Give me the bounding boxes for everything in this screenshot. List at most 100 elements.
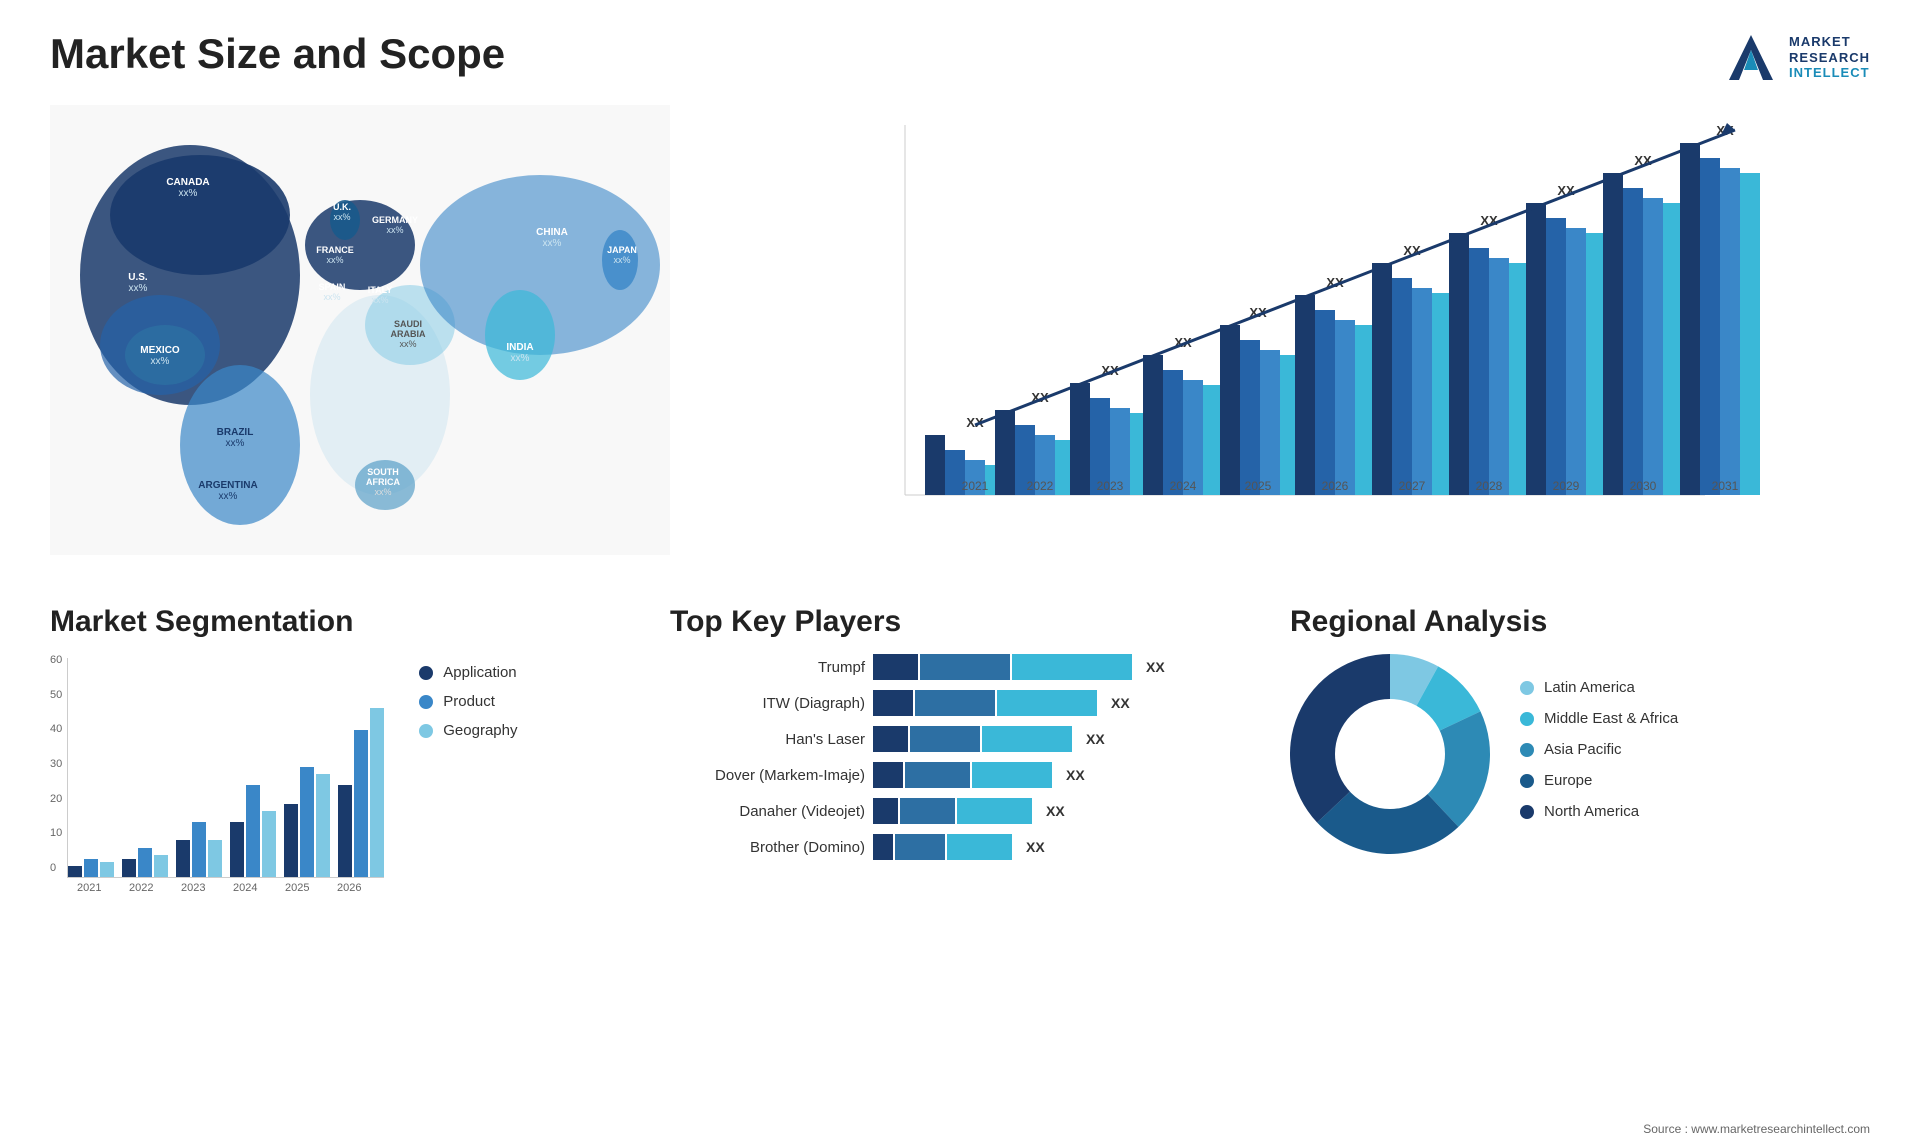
svg-text:2031: 2031 <box>1712 479 1739 493</box>
segmentation-title: Market Segmentation <box>50 605 630 639</box>
player-bar <box>900 798 955 824</box>
page-title: Market Size and Scope <box>50 30 505 78</box>
seg-bar <box>370 708 384 877</box>
svg-text:xx%: xx% <box>399 339 416 349</box>
seg-bar <box>122 859 136 877</box>
logo-line1: MARKET <box>1789 34 1870 50</box>
svg-text:BRAZIL: BRAZIL <box>217 427 254 438</box>
player-bar-container <box>873 690 1097 716</box>
page-container: Market Size and Scope MARKET RESEARCH IN… <box>0 0 1920 1146</box>
player-name: Brother (Domino) <box>670 839 865 856</box>
player-row: Danaher (Videojet)XX <box>670 798 1250 824</box>
seg-legend-geography: Geography <box>419 722 517 739</box>
svg-text:xx%: xx% <box>151 356 170 367</box>
legend-item-asia-pacific: Asia Pacific <box>1520 741 1678 758</box>
svg-text:xx%: xx% <box>374 487 391 497</box>
seg-x-label: 2023 <box>171 882 215 894</box>
seg-bar <box>68 866 82 877</box>
legend-dot <box>1520 681 1534 695</box>
svg-text:CANADA: CANADA <box>166 177 209 188</box>
player-xx: XX <box>1146 659 1165 675</box>
svg-text:2022: 2022 <box>1027 479 1054 493</box>
svg-text:xx%: xx% <box>226 438 245 449</box>
world-map-section: CANADA xx% U.S. xx% MEXICO xx% BRAZIL xx… <box>50 105 690 585</box>
logo-text: MARKET RESEARCH INTELLECT <box>1789 34 1870 81</box>
world-map-svg: CANADA xx% U.S. xx% MEXICO xx% BRAZIL xx… <box>50 105 670 555</box>
svg-text:INDIA: INDIA <box>506 342 533 353</box>
seg-bar <box>84 859 98 877</box>
svg-text:2026: 2026 <box>1322 479 1349 493</box>
seg-bar <box>100 862 114 877</box>
legend-dot <box>1520 805 1534 819</box>
seg-bar <box>246 785 260 877</box>
player-bar <box>1012 654 1132 680</box>
legend-label: Latin America <box>1544 679 1635 696</box>
logo-container: MARKET RESEARCH INTELLECT <box>1724 30 1870 85</box>
svg-text:JAPAN: JAPAN <box>607 245 637 255</box>
player-bar <box>873 762 903 788</box>
player-bar <box>982 726 1072 752</box>
bar-chart-svg: 2021 XX 2022 XX 2023 XX <box>740 115 1860 555</box>
player-row: Dover (Markem-Imaje)XX <box>670 762 1250 788</box>
player-bar <box>873 726 908 752</box>
seg-bar <box>262 811 276 877</box>
legend-dot <box>1520 743 1534 757</box>
player-xx: XX <box>1066 767 1085 783</box>
player-bar <box>873 798 898 824</box>
player-bar <box>873 690 913 716</box>
player-bar <box>947 834 1012 860</box>
source-text: Source : www.marketresearchintellect.com <box>1643 1122 1870 1136</box>
player-bar <box>915 690 995 716</box>
player-bar-container <box>873 726 1072 752</box>
legend-item-north-america: North America <box>1520 803 1678 820</box>
seg-bar <box>354 730 368 877</box>
key-players-section: Top Key Players TrumpfXXITW (Diagraph)XX… <box>650 605 1270 905</box>
seg-year-2024 <box>230 785 276 877</box>
svg-text:FRANCE: FRANCE <box>316 245 354 255</box>
svg-text:GERMANY: GERMANY <box>372 215 418 225</box>
seg-y-40: 40 <box>50 723 62 735</box>
svg-text:2023: 2023 <box>1097 479 1124 493</box>
seg-year-2022 <box>122 848 168 877</box>
seg-bar <box>316 774 330 877</box>
seg-bar <box>284 804 298 877</box>
players-list: TrumpfXXITW (Diagraph)XXHan's LaserXXDov… <box>670 654 1250 860</box>
svg-text:xx%: xx% <box>326 255 343 265</box>
regional-title: Regional Analysis <box>1290 605 1870 639</box>
donut-chart <box>1290 654 1490 859</box>
seg-bar <box>176 840 190 877</box>
player-bar <box>873 654 918 680</box>
seg-y-0: 0 <box>50 862 62 874</box>
svg-text:ARABIA: ARABIA <box>391 329 426 339</box>
player-row: ITW (Diagraph)XX <box>670 690 1250 716</box>
svg-text:SAUDI: SAUDI <box>394 319 422 329</box>
logo-line2: RESEARCH <box>1789 50 1870 66</box>
legend-label: Middle East & Africa <box>1544 710 1678 727</box>
player-bar-container <box>873 834 1012 860</box>
player-xx: XX <box>1086 731 1105 747</box>
seg-year-2025 <box>284 767 330 877</box>
seg-year-2021 <box>68 859 114 877</box>
seg-y-30: 30 <box>50 758 62 770</box>
legend-item-latin-america: Latin America <box>1520 679 1678 696</box>
seg-dot-geography <box>419 724 433 738</box>
regional-legend: Latin America Middle East & Africa Asia Pa… <box>1520 679 1678 834</box>
svg-text:2025: 2025 <box>1245 479 1272 493</box>
seg-x-label: 2024 <box>223 882 267 894</box>
player-bar <box>873 834 893 860</box>
svg-text:SOUTH: SOUTH <box>367 467 399 477</box>
seg-bar <box>154 855 168 877</box>
svg-text:xx%: xx% <box>511 353 530 364</box>
player-row: Brother (Domino) XX <box>670 834 1250 860</box>
player-xx: XX <box>1111 695 1130 711</box>
seg-x-label: 2026 <box>327 882 371 894</box>
player-bar-container <box>873 798 1032 824</box>
svg-text:xx%: xx% <box>179 188 198 199</box>
seg-bar <box>300 767 314 877</box>
keyplayers-title: Top Key Players <box>670 605 1250 639</box>
seg-y-10: 10 <box>50 827 62 839</box>
svg-text:SPAIN: SPAIN <box>319 282 346 292</box>
player-xx: XX <box>1026 839 1045 855</box>
seg-year-2026 <box>338 708 384 877</box>
svg-text:xx%: xx% <box>219 491 238 502</box>
